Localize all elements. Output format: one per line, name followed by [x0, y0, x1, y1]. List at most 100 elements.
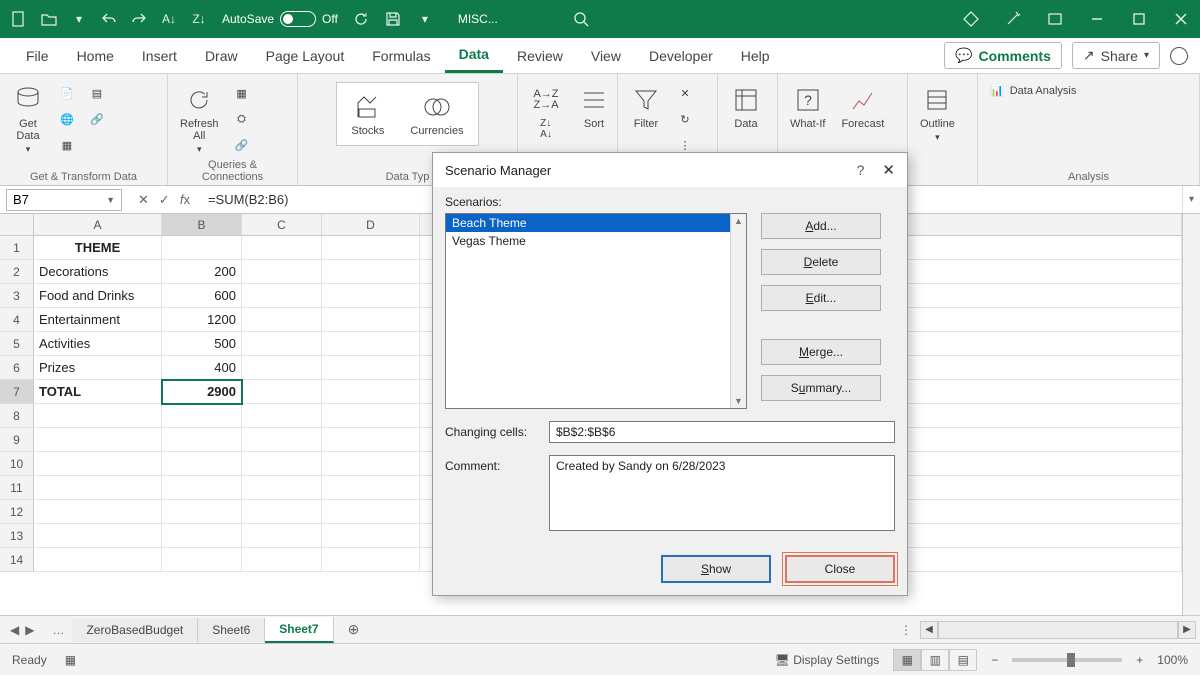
cell[interactable]: [162, 428, 242, 452]
tab-home[interactable]: Home: [63, 40, 128, 72]
column-header[interactable]: A: [34, 214, 162, 235]
account-icon[interactable]: [1170, 47, 1188, 65]
merge-button[interactable]: Merge...: [761, 339, 881, 365]
tab-view[interactable]: View: [577, 40, 635, 72]
cell[interactable]: [322, 476, 420, 500]
column-header[interactable]: B: [162, 214, 242, 235]
expand-formula-icon[interactable]: ▾: [1182, 186, 1200, 213]
cell[interactable]: Decorations: [34, 260, 162, 284]
cell[interactable]: 2900: [162, 380, 242, 404]
cell[interactable]: [242, 332, 322, 356]
existing-conn-icon[interactable]: 🔗: [86, 108, 108, 130]
cell[interactable]: THEME: [34, 236, 162, 260]
macro-icon[interactable]: ▦: [65, 653, 76, 667]
zoom-in-icon[interactable]: +: [1136, 653, 1143, 667]
vertical-scrollbar[interactable]: [1182, 214, 1200, 643]
cancel-icon[interactable]: ✕: [138, 192, 149, 208]
row-header[interactable]: 12: [0, 500, 34, 524]
row-header[interactable]: 10: [0, 452, 34, 476]
cell[interactable]: [242, 356, 322, 380]
list-item[interactable]: Vegas Theme: [446, 232, 746, 250]
row-header[interactable]: 14: [0, 548, 34, 572]
comments-button[interactable]: 💬 Comments: [944, 42, 1062, 69]
autosave-toggle[interactable]: AutoSave Off: [222, 11, 338, 27]
cell[interactable]: Activities: [34, 332, 162, 356]
sheet-tab[interactable]: ZeroBasedBudget: [72, 618, 198, 642]
hscroll-left-icon[interactable]: ◀: [920, 621, 938, 639]
recent-sources-icon[interactable]: ▤: [86, 82, 108, 104]
cell[interactable]: [162, 452, 242, 476]
tab-formulas[interactable]: Formulas: [358, 40, 444, 72]
data-analysis-button[interactable]: 📊 Data Analysis: [986, 78, 1191, 103]
cell[interactable]: [242, 308, 322, 332]
hscroll-dots[interactable]: ⋮: [892, 623, 920, 637]
column-header[interactable]: C: [242, 214, 322, 235]
name-box[interactable]: B7 ▼: [6, 189, 122, 211]
close-icon[interactable]: ✕: [882, 161, 895, 179]
cell[interactable]: [242, 428, 322, 452]
row-header[interactable]: 1: [0, 236, 34, 260]
cell[interactable]: [322, 284, 420, 308]
cell[interactable]: [322, 500, 420, 524]
maximize-icon[interactable]: [1130, 10, 1148, 28]
from-table-icon[interactable]: ▦: [56, 134, 78, 156]
cell[interactable]: [322, 236, 420, 260]
view-normal-icon[interactable]: ▦: [893, 649, 921, 671]
row-header[interactable]: 3: [0, 284, 34, 308]
cell[interactable]: [322, 356, 420, 380]
whatif-button[interactable]: ? What-If: [786, 82, 829, 132]
cell[interactable]: [162, 236, 242, 260]
cell[interactable]: 500: [162, 332, 242, 356]
outline-button[interactable]: Outline ▾: [916, 82, 959, 145]
row-header[interactable]: 9: [0, 428, 34, 452]
close-button[interactable]: Close: [785, 555, 895, 583]
cell[interactable]: [34, 476, 162, 500]
zoom-out-icon[interactable]: −: [991, 653, 998, 667]
close-icon[interactable]: [1172, 10, 1190, 28]
cell[interactable]: [322, 332, 420, 356]
cell[interactable]: [322, 260, 420, 284]
cell[interactable]: [242, 548, 322, 572]
properties-icon[interactable]: ⛭: [231, 108, 253, 130]
tab-insert[interactable]: Insert: [128, 40, 191, 72]
cell[interactable]: Food and Drinks: [34, 284, 162, 308]
help-icon[interactable]: ?: [857, 162, 865, 178]
view-page-layout-icon[interactable]: ▥: [921, 649, 949, 671]
sort-desc-icon[interactable]: Z↓: [190, 10, 208, 28]
cell[interactable]: [34, 524, 162, 548]
tab-help[interactable]: Help: [727, 40, 784, 72]
fx-icon[interactable]: fx: [180, 192, 190, 208]
get-data-button[interactable]: Get Data ▾: [8, 82, 48, 157]
changing-cells-input[interactable]: $B$2:$B$6: [549, 421, 895, 443]
cell[interactable]: [242, 452, 322, 476]
list-item[interactable]: Beach Theme: [446, 214, 746, 232]
share-button[interactable]: ↗ Share ▾: [1072, 42, 1160, 69]
column-header[interactable]: D: [322, 214, 420, 235]
tab-draw[interactable]: Draw: [191, 40, 252, 72]
enter-icon[interactable]: ✓: [159, 192, 170, 208]
edit-links-icon[interactable]: 🔗: [231, 134, 253, 156]
listbox-scrollbar[interactable]: ▲▼: [730, 214, 746, 408]
save-icon[interactable]: [384, 10, 402, 28]
cell[interactable]: [242, 500, 322, 524]
cell[interactable]: [34, 404, 162, 428]
cell[interactable]: [162, 548, 242, 572]
cell[interactable]: [34, 548, 162, 572]
refresh-all-button[interactable]: Refresh All ▾: [176, 82, 223, 157]
display-settings-button[interactable]: 🖥 Display Settings: [775, 653, 880, 667]
cell[interactable]: [242, 284, 322, 308]
sort-asc-icon[interactable]: A↓: [160, 10, 178, 28]
clear-icon[interactable]: ✕: [674, 82, 696, 104]
cell[interactable]: [34, 428, 162, 452]
cell[interactable]: [322, 404, 420, 428]
horizontal-scrollbar[interactable]: [938, 621, 1178, 639]
tab-nav-prev-icon[interactable]: ◀: [10, 623, 19, 637]
cell[interactable]: [242, 236, 322, 260]
add-button[interactable]: Add...: [761, 213, 881, 239]
tab-page-layout[interactable]: Page Layout: [252, 40, 359, 72]
wand-icon[interactable]: [1004, 10, 1022, 28]
chevron-down-icon[interactable]: ▼: [106, 195, 115, 205]
cell[interactable]: Entertainment: [34, 308, 162, 332]
cell[interactable]: [322, 428, 420, 452]
cell[interactable]: [242, 524, 322, 548]
